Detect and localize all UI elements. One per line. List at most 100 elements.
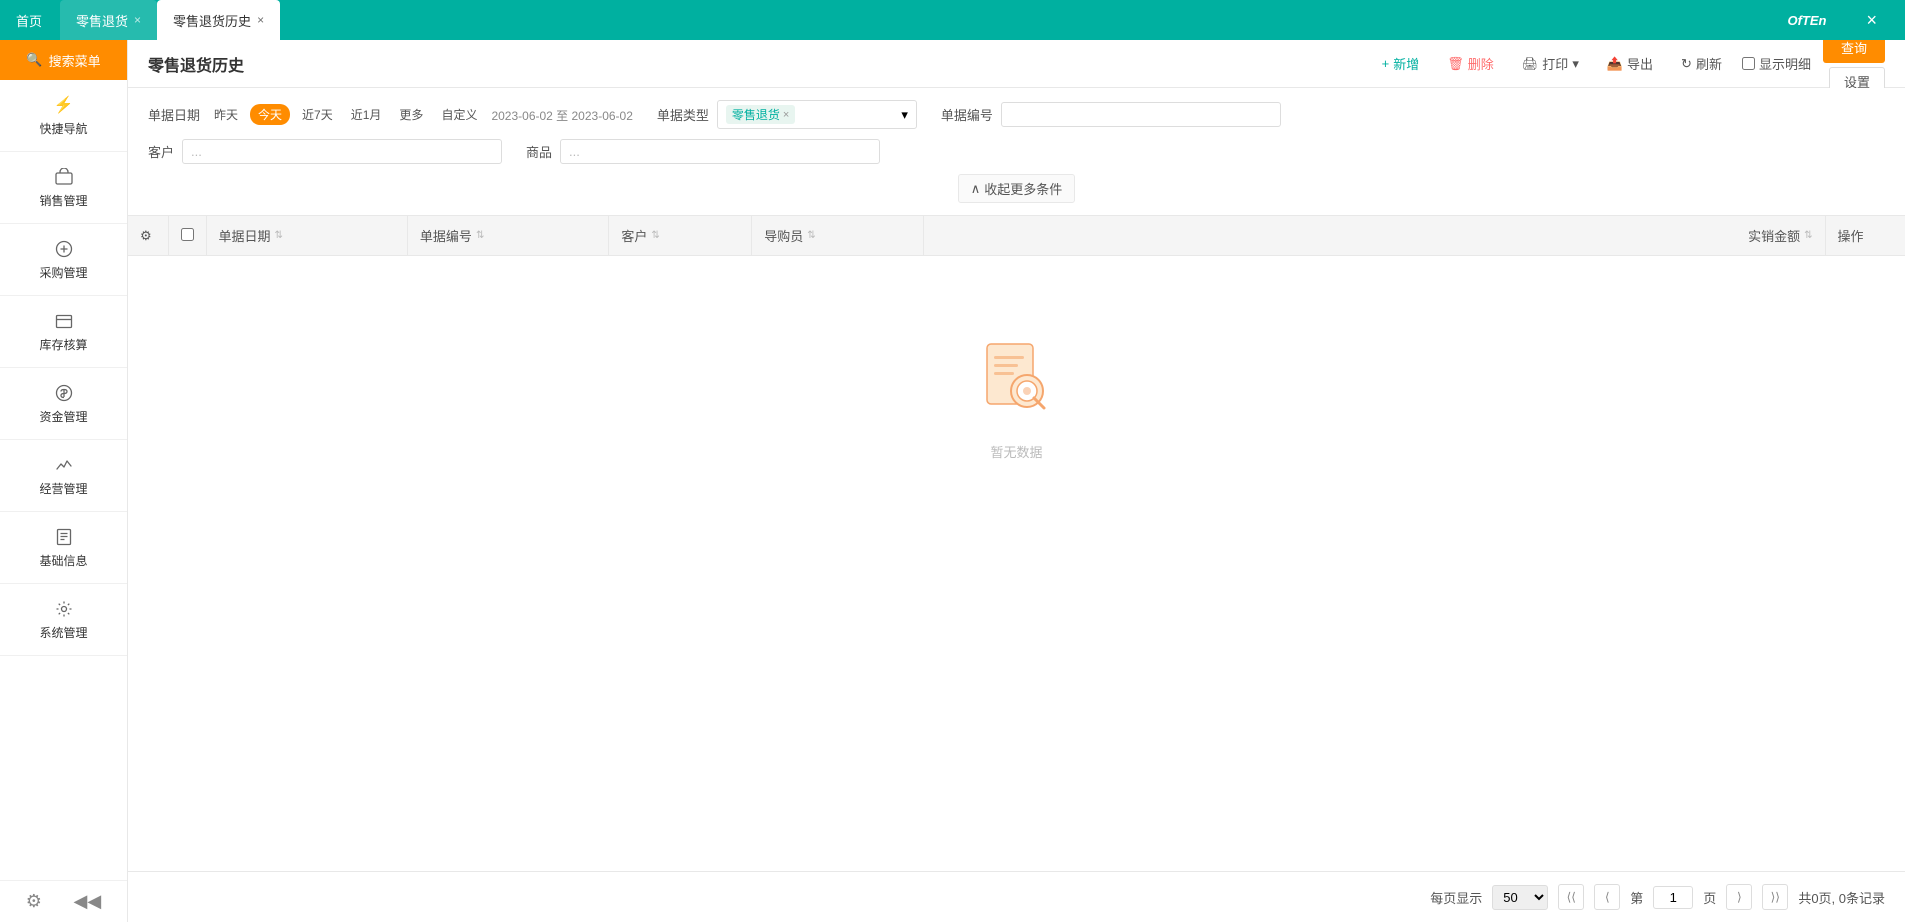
tab-bar: 首页 零售退货 × 零售退货历史 × bbox=[0, 0, 1771, 40]
customer-filter-group: 客户 ... bbox=[148, 139, 502, 164]
tab-retail-return-history-close[interactable]: × bbox=[257, 13, 264, 27]
tab-retail-return[interactable]: 零售退货 × bbox=[60, 0, 157, 40]
app-logo: OfTEn bbox=[1771, 13, 1842, 28]
delete-icon: 🗑 bbox=[1447, 56, 1464, 72]
doc-type-tag-label: 零售退货 bbox=[732, 106, 780, 123]
export-label: 导出 bbox=[1627, 54, 1653, 73]
sort-guide-icon[interactable]: ⇅ bbox=[807, 230, 815, 241]
page-first-button[interactable]: ⟨⟨ bbox=[1558, 884, 1584, 910]
empty-state: 暂无数据 bbox=[128, 256, 1905, 541]
tab-home[interactable]: 首页 bbox=[0, 0, 58, 40]
sidebar-item-business[interactable]: 经营管理 bbox=[0, 440, 127, 512]
refresh-label: 刷新 bbox=[1696, 54, 1722, 73]
pagination: 每页显示 50 20 100 ⟨⟨ ⟨ 第 1 页 ⟩ ⟩⟩ 共0页, 0条记录 bbox=[128, 871, 1905, 922]
page-header: 零售退货历史 + 新增 🗑 删除 🖨 打印 ▾ 📤 导出 bbox=[128, 40, 1905, 88]
sort-doc-no-icon[interactable]: ⇅ bbox=[476, 230, 484, 241]
settings-bottom-icon[interactable]: ⚙ bbox=[26, 891, 42, 912]
sidebar-item-purchase-mgmt[interactable]: 采购管理 bbox=[0, 224, 127, 296]
th-doc-no: 单据编号 ⇅ bbox=[407, 216, 608, 256]
date-btn-more[interactable]: 更多 bbox=[393, 104, 429, 125]
sort-customer-icon[interactable]: ⇅ bbox=[651, 230, 659, 241]
delete-button[interactable]: 🗑 删除 bbox=[1439, 50, 1502, 77]
refresh-icon: ↻ bbox=[1681, 56, 1692, 72]
page-size-label: 每页显示 bbox=[1430, 888, 1482, 907]
empty-state-row: 暂无数据 bbox=[128, 256, 1905, 542]
sort-amount-icon[interactable]: ⇅ bbox=[1804, 230, 1812, 241]
sidebar-search-label: 搜索菜单 bbox=[49, 51, 101, 70]
purchase-mgmt-icon bbox=[53, 238, 75, 260]
collapse-label: 收起更多条件 bbox=[984, 179, 1062, 198]
th-doc-date: 单据日期 ⇅ bbox=[206, 216, 407, 256]
th-actions: 操作 bbox=[1825, 216, 1905, 256]
sidebar-item-basic-info[interactable]: 基础信息 bbox=[0, 512, 127, 584]
page-size-select[interactable]: 50 20 100 bbox=[1492, 885, 1548, 910]
date-filter-group: 单据日期 昨天 今天 近7天 近1月 更多 自定义 2023-06-02 至 2… bbox=[148, 104, 633, 125]
column-settings-icon[interactable]: ⚙ bbox=[140, 228, 152, 243]
doc-type-select[interactable]: 零售退货 × ▾ bbox=[717, 100, 917, 129]
window-close-button[interactable]: × bbox=[1854, 10, 1889, 31]
refresh-button[interactable]: ↻ 刷新 bbox=[1673, 50, 1730, 77]
sidebar-item-system-label: 系统管理 bbox=[39, 624, 87, 641]
tab-retail-return-close[interactable]: × bbox=[134, 13, 141, 27]
doc-type-tag: 零售退货 × bbox=[726, 105, 795, 124]
page-title: 零售退货历史 bbox=[148, 52, 244, 76]
sidebar-search[interactable]: 🔍 搜索菜单 bbox=[0, 40, 127, 80]
collapse-button[interactable]: ∧ 收起更多条件 bbox=[958, 174, 1076, 203]
date-btn-today[interactable]: 今天 bbox=[250, 104, 290, 125]
display-toggle-checkbox[interactable] bbox=[1742, 57, 1755, 70]
customer-select[interactable]: ... bbox=[182, 139, 502, 164]
system-mgmt-icon bbox=[53, 598, 75, 620]
empty-state-cell: 暂无数据 bbox=[128, 256, 1905, 542]
doc-no-input[interactable] bbox=[1001, 102, 1281, 127]
collapse-area: ∧ 收起更多条件 bbox=[148, 174, 1885, 203]
doc-type-tag-close[interactable]: × bbox=[783, 109, 789, 121]
sidebar-item-finance[interactable]: 资金管理 bbox=[0, 368, 127, 440]
finance-icon bbox=[53, 382, 75, 404]
sidebar-item-system-mgmt[interactable]: 系统管理 bbox=[0, 584, 127, 656]
sidebar-bottom: ⚙ ◀◀ bbox=[0, 880, 127, 922]
page-last-button[interactable]: ⟩⟩ bbox=[1762, 884, 1788, 910]
doc-no-label: 单据编号 bbox=[941, 105, 993, 124]
sales-mgmt-icon bbox=[53, 166, 75, 188]
date-btn-7days[interactable]: 近7天 bbox=[296, 104, 339, 125]
new-button[interactable]: + 新增 bbox=[1374, 50, 1428, 77]
page-prev-button[interactable]: ⟨ bbox=[1594, 884, 1620, 910]
display-toggle[interactable]: 显示明细 bbox=[1742, 54, 1811, 73]
th-amount: 实销金额 ⇅ bbox=[924, 216, 1825, 256]
goods-select[interactable]: ... bbox=[560, 139, 880, 164]
sidebar-item-inventory[interactable]: 库存核算 bbox=[0, 296, 127, 368]
customer-label: 客户 bbox=[148, 142, 174, 161]
print-button[interactable]: 🖨 打印 ▾ bbox=[1514, 50, 1587, 77]
quick-nav-icon: ⚡ bbox=[53, 94, 75, 116]
page-input[interactable]: 1 bbox=[1653, 886, 1693, 909]
data-table: ⚙ 单据日期 ⇅ 单据编号 bbox=[128, 216, 1905, 541]
export-button[interactable]: 📤 导出 bbox=[1599, 50, 1661, 77]
sidebar-item-sales-label: 销售管理 bbox=[39, 192, 87, 209]
date-btn-1month[interactable]: 近1月 bbox=[345, 104, 388, 125]
select-all-checkbox[interactable] bbox=[181, 228, 194, 241]
date-btn-custom[interactable]: 自定义 bbox=[435, 104, 483, 125]
goods-placeholder: ... bbox=[569, 144, 580, 159]
date-btn-yesterday[interactable]: 昨天 bbox=[208, 104, 244, 125]
table-area: ⚙ 单据日期 ⇅ 单据编号 bbox=[128, 216, 1905, 871]
audio-bottom-icon[interactable]: ◀◀ bbox=[74, 891, 102, 912]
new-icon: + bbox=[1382, 56, 1390, 71]
export-icon: 📤 bbox=[1607, 56, 1623, 72]
sidebar-item-quick-nav-label: 快捷导航 bbox=[39, 120, 87, 137]
sidebar-item-inventory-label: 库存核算 bbox=[39, 336, 87, 353]
filter-row-2: 客户 ... 商品 ... bbox=[148, 139, 1885, 164]
date-shortcuts: 昨天 今天 近7天 近1月 更多 自定义 bbox=[208, 104, 483, 125]
table-header: ⚙ 单据日期 ⇅ 单据编号 bbox=[128, 216, 1905, 256]
sidebar-item-sales-mgmt[interactable]: 销售管理 bbox=[0, 152, 127, 224]
top-bar: 首页 零售退货 × 零售退货历史 × OfTEn × bbox=[0, 0, 1905, 40]
tab-home-label: 首页 bbox=[16, 11, 42, 30]
page-next-button[interactable]: ⟩ bbox=[1726, 884, 1752, 910]
sidebar-item-purchase-label: 采购管理 bbox=[39, 264, 87, 281]
sidebar-item-basic-info-label: 基础信息 bbox=[39, 552, 87, 569]
query-button[interactable]: 查询 bbox=[1823, 40, 1885, 63]
sort-doc-date-icon[interactable]: ⇅ bbox=[275, 230, 283, 241]
date-range-text: 2023-06-02 至 2023-06-02 bbox=[491, 107, 632, 124]
sidebar-item-quick-nav[interactable]: ⚡ 快捷导航 bbox=[0, 80, 127, 152]
doc-type-filter-group: 单据类型 零售退货 × ▾ bbox=[657, 100, 917, 129]
tab-retail-return-history[interactable]: 零售退货历史 × bbox=[157, 0, 280, 40]
